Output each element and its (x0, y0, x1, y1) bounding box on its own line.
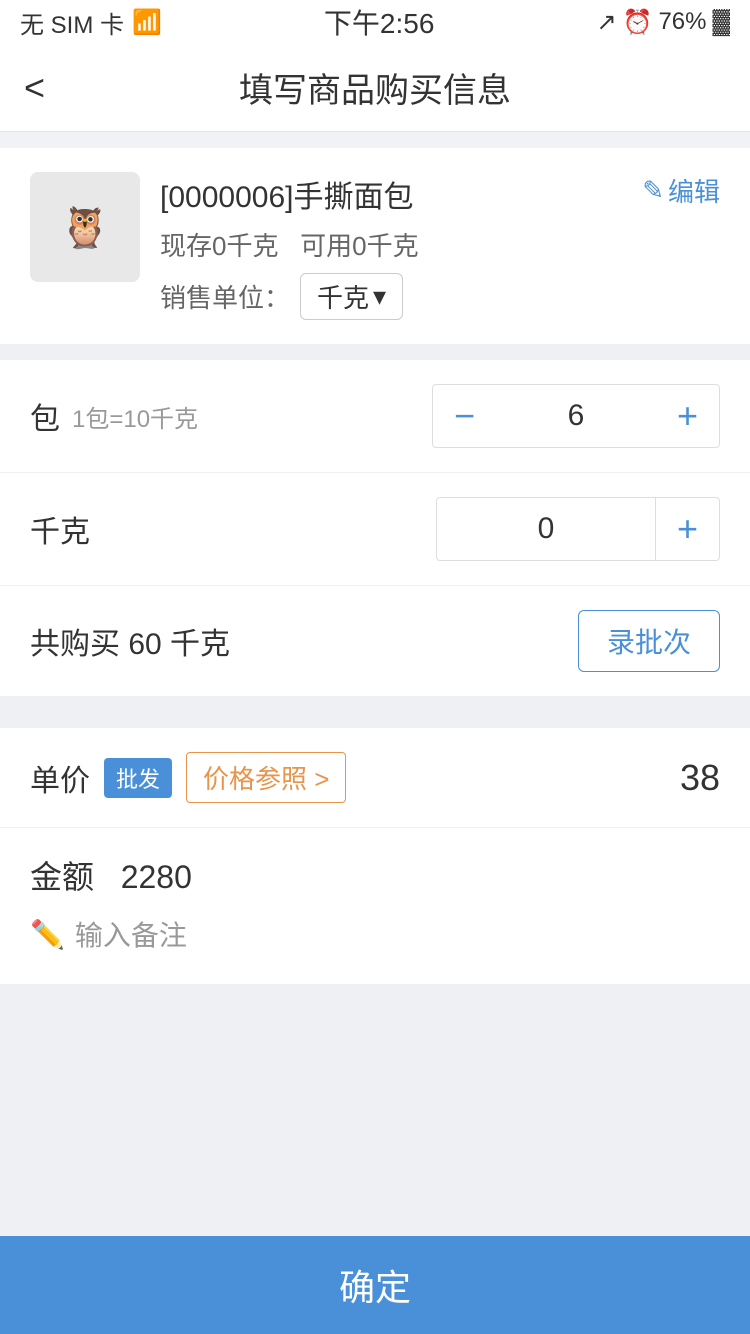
battery-icon: ▓ (712, 8, 730, 36)
battery-text: 76% (658, 8, 706, 36)
summary-text: 共购买 60 千克 (30, 619, 230, 663)
unit-label: 销售单位： (160, 278, 290, 315)
back-button[interactable]: < (24, 67, 45, 109)
bao-quantity-input[interactable] (496, 384, 656, 448)
stock-text: 现存0千克 (160, 231, 278, 261)
kg-unit-label: 千克 (30, 507, 90, 551)
kg-quantity-input[interactable] (436, 497, 656, 561)
product-image: 🦉 (30, 172, 140, 282)
status-right: ↗ ⏰ 76% ▓ (596, 8, 730, 37)
kg-quantity-ctrl: + (436, 497, 720, 561)
unit-value: 千克 (317, 278, 369, 315)
kg-row: 千克 + (0, 473, 750, 586)
bao-row: 包 1包=10千克 − + (0, 360, 750, 473)
remark-row[interactable]: ✏️ 输入备注 (30, 914, 720, 954)
price-type-tag: 批发 (104, 758, 172, 798)
product-stock: 现存0千克 可用0千克 (160, 226, 720, 263)
bao-decrement-button[interactable]: − (432, 384, 496, 448)
nav-bar: < 填写商品购买信息 (0, 44, 750, 132)
amount-value: 2280 (121, 859, 192, 895)
price-row: 单价 批发 价格参照 > 38 (30, 752, 720, 803)
bao-increment-button[interactable]: + (656, 384, 720, 448)
alarm-icon: ⏰ (623, 8, 653, 37)
bao-quantity-ctrl: − + (432, 384, 720, 448)
pencil-icon: ✏️ (30, 918, 65, 951)
unit-chevron-icon: ▾ (373, 281, 386, 312)
kg-label: 千克 (30, 507, 436, 551)
kg-increment-button[interactable]: + (656, 497, 720, 561)
edit-label: 编辑 (668, 172, 720, 209)
edit-button[interactable]: ✎ 编辑 (642, 172, 720, 209)
product-card-inner: 🦉 [0000006]手撕面包 现存0千克 可用0千克 销售单位： 千克 ▾ ✎… (0, 148, 750, 344)
bao-conversion: 1包=10千克 (72, 399, 198, 434)
bao-label: 包 1包=10千克 (30, 394, 432, 438)
location-icon: ↗ (596, 8, 616, 37)
divider-2 (0, 696, 750, 712)
unit-select[interactable]: 千克 ▾ (300, 273, 403, 320)
carrier-text: 无 SIM 卡 (20, 5, 124, 40)
wifi-icon: 📶 (132, 8, 162, 37)
status-bar: 无 SIM 卡 📶 下午2:56 ↗ ⏰ 76% ▓ (0, 0, 750, 44)
product-info: [0000006]手撕面包 现存0千克 可用0千克 销售单位： 千克 ▾ (160, 172, 720, 320)
status-time: 下午2:56 (324, 2, 435, 42)
page-title: 填写商品购买信息 (239, 63, 511, 112)
batch-button[interactable]: 录批次 (578, 610, 720, 672)
amount-section: 金额 2280 ✏️ 输入备注 (0, 827, 750, 984)
remark-placeholder: 输入备注 (75, 914, 187, 954)
status-left: 无 SIM 卡 📶 (20, 5, 162, 40)
divider-1 (0, 344, 750, 360)
amount-label: 金额 (30, 859, 94, 895)
product-card: 🦉 [0000006]手撕面包 现存0千克 可用0千克 销售单位： 千克 ▾ ✎… (0, 148, 750, 344)
confirm-button[interactable]: 确定 (0, 1236, 750, 1334)
product-name: [0000006]手撕面包 (160, 172, 720, 216)
edit-icon: ✎ (642, 175, 664, 206)
price-ref-button[interactable]: 价格参照 > (186, 752, 346, 803)
available-text: 可用0千克 (300, 231, 418, 261)
product-unit-row: 销售单位： 千克 ▾ (160, 273, 720, 320)
price-label: 单价 (30, 756, 90, 800)
amount-row: 金额 2280 (30, 852, 720, 898)
price-value: 38 (680, 757, 720, 799)
product-logo-icon: 🦉 (60, 204, 110, 251)
price-section: 单价 批发 价格参照 > 38 (0, 712, 750, 827)
price-ref-label: 价格参照 > (203, 759, 329, 796)
input-section: 包 1包=10千克 − + 千克 + (0, 360, 750, 586)
summary-row: 共购买 60 千克 录批次 (0, 586, 750, 696)
bao-unit-label: 包 (30, 394, 60, 438)
